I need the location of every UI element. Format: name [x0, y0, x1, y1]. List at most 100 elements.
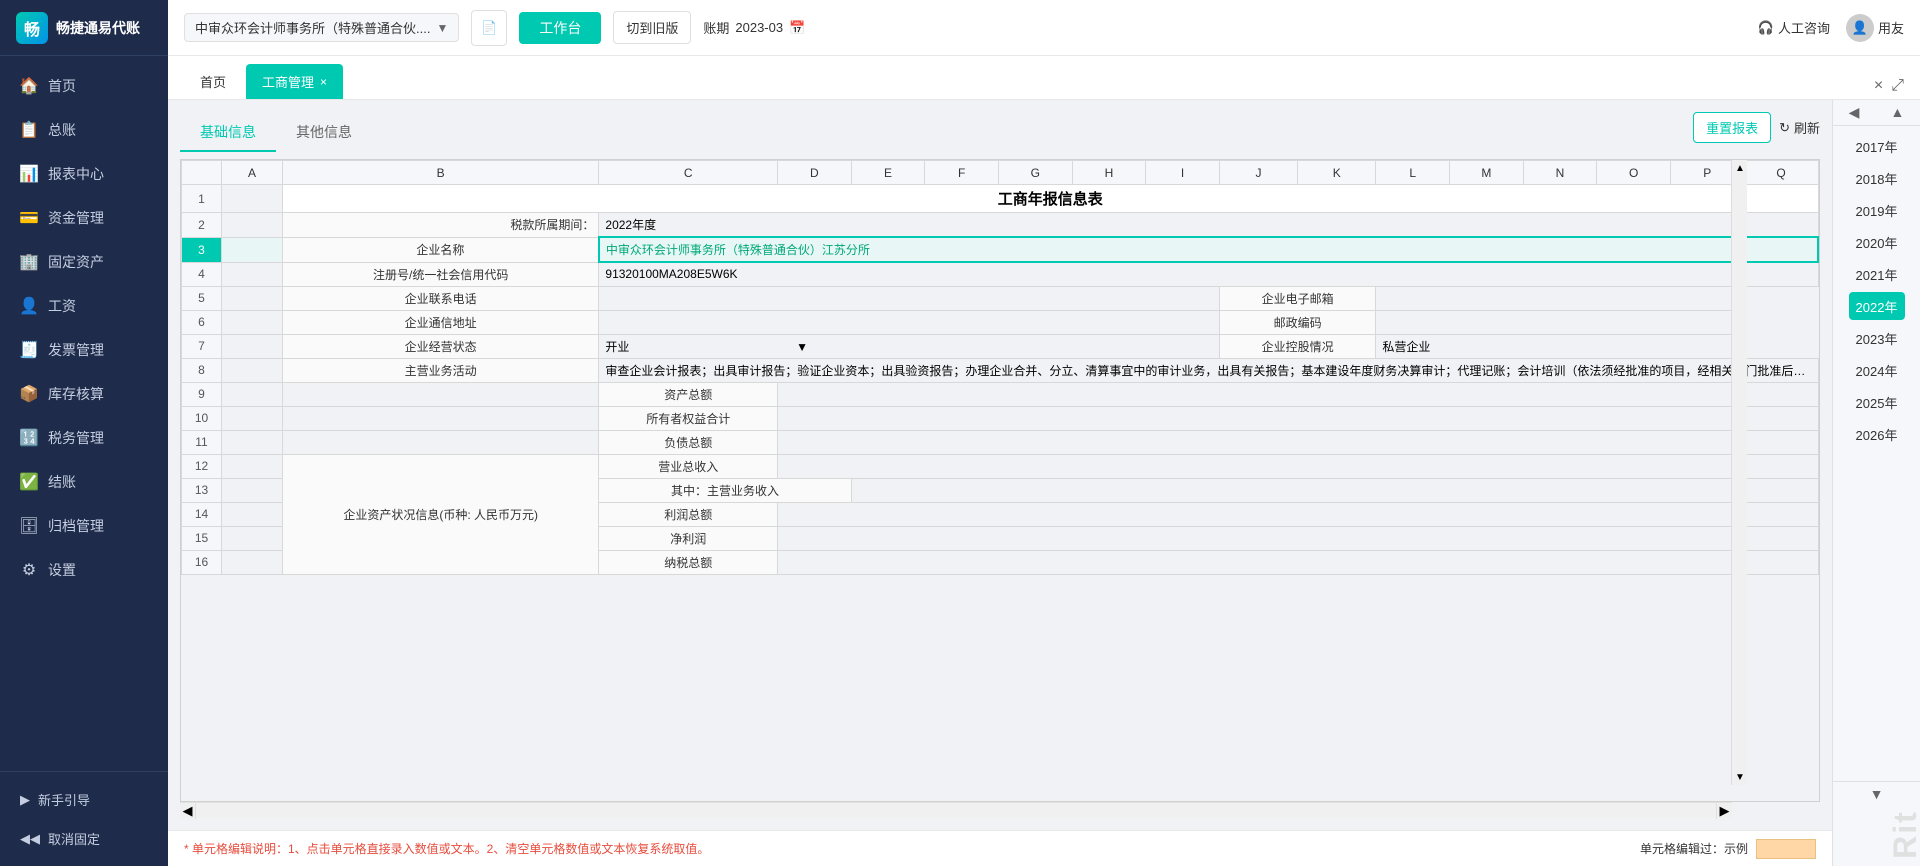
sidebar-item-asset[interactable]: 🏢 固定资产	[0, 240, 168, 284]
refresh-button[interactable]: ↻ 刷新	[1779, 118, 1820, 137]
sidebar-item-home[interactable]: 🏠 首页	[0, 64, 168, 108]
sidebar-item-close[interactable]: ✅ 结账	[0, 460, 168, 504]
r7-k[interactable]: 私营企业	[1376, 334, 1744, 358]
r10-a[interactable]	[222, 406, 283, 430]
r8-c[interactable]: 审查企业会计报表；出具审计报告；验证企业资本；出具验资报告；办理企业合并、分立、…	[599, 358, 1818, 382]
panel-collapse-left-icon[interactable]: ◀	[1849, 104, 1860, 121]
sidebar-item-archive[interactable]: 🗄 归档管理	[0, 504, 168, 548]
r4-c[interactable]: 91320100MA208E5W6K	[599, 262, 1818, 286]
r5-c[interactable]	[599, 286, 1219, 310]
tab-business[interactable]: 工商管理 ×	[246, 64, 343, 99]
workbench-button[interactable]: 工作台	[519, 12, 601, 44]
r16-a[interactable]	[222, 550, 283, 574]
sidebar-item-tax[interactable]: 🔢 税务管理	[0, 416, 168, 460]
sidebar-item-salary[interactable]: 👤 工资	[0, 284, 168, 328]
sidebar-item-inventory[interactable]: 📦 库存核算	[0, 372, 168, 416]
new-guide-label: 新手引导	[38, 790, 90, 809]
scroll-down-btn[interactable]: ▼	[1732, 769, 1748, 785]
h-scroll-left-btn[interactable]: ◀	[180, 803, 196, 819]
r12-a[interactable]	[222, 454, 283, 478]
topbar-doc-btn[interactable]: 📄	[471, 10, 507, 46]
sidebar-item-report[interactable]: 📊 报表中心	[0, 152, 168, 196]
r3-a[interactable]	[222, 237, 283, 262]
user-area[interactable]: 👤 用友	[1846, 14, 1904, 42]
service-btn[interactable]: 🎧 人工咨询	[1758, 18, 1830, 37]
year-btn-2021[interactable]: 2021年	[1849, 260, 1905, 288]
sidebar-item-capital[interactable]: 💳 资金管理	[0, 196, 168, 240]
company-selector[interactable]: 中审众环会计师事务所（特殊普通合伙.... ▼	[184, 13, 459, 42]
r9-val[interactable]	[778, 382, 1818, 406]
new-guide-btn[interactable]: ▶ 新手引导	[0, 780, 168, 819]
r10-b[interactable]	[282, 406, 598, 430]
r6-a[interactable]	[222, 310, 283, 334]
tax-icon: 🔢	[20, 429, 38, 447]
r2-c[interactable]: 2022年度	[599, 213, 1744, 238]
home-icon: 🏠	[20, 77, 38, 95]
sidebar-item-ledger[interactable]: 📋 总账	[0, 108, 168, 152]
r11-b[interactable]	[282, 430, 598, 454]
panel-expand-down-icon[interactable]: ▼	[1870, 786, 1884, 802]
sub-tab-basic[interactable]: 基础信息	[180, 114, 276, 152]
year-btn-2022[interactable]: 2022年	[1849, 292, 1905, 320]
r15-a[interactable]	[222, 526, 283, 550]
r9-b[interactable]	[282, 382, 598, 406]
spreadsheet-inner[interactable]: A B C D E F G H I J	[181, 160, 1819, 801]
row-num-13: 13	[182, 478, 222, 502]
col-h-header: H	[1072, 161, 1146, 185]
r6-k[interactable]	[1376, 310, 1744, 334]
r15-val[interactable]	[778, 526, 1818, 550]
r12-val[interactable]	[778, 454, 1818, 478]
r5-a[interactable]	[222, 286, 283, 310]
r13-a[interactable]	[222, 478, 283, 502]
year-btn-2026[interactable]: 2026年	[1849, 420, 1905, 448]
tab-home[interactable]: 首页	[184, 64, 242, 99]
r16-val[interactable]	[778, 550, 1818, 574]
col-j-header: J	[1219, 161, 1297, 185]
col-i-header: I	[1146, 161, 1220, 185]
scroll-up-btn[interactable]: ▲	[1732, 160, 1748, 176]
calendar-icon[interactable]: 📅	[789, 20, 805, 36]
year-btn-2019[interactable]: 2019年	[1849, 196, 1905, 224]
salary-icon: 👤	[20, 297, 38, 315]
r2-q[interactable]	[1744, 213, 1818, 238]
row-num-6: 6	[182, 310, 222, 334]
close-panel-icon[interactable]: ×	[1874, 77, 1883, 95]
reset-report-button[interactable]: 重置报表	[1693, 112, 1771, 143]
r3-c[interactable]: 中审众环会计师事务所（特殊普通合伙）江苏分所	[599, 237, 1818, 262]
year-btn-2018[interactable]: 2018年	[1849, 164, 1905, 192]
sidebar-item-capital-label: 资金管理	[48, 208, 104, 228]
r2-a[interactable]	[222, 213, 283, 238]
switch-version-button[interactable]: 切到旧版	[613, 11, 691, 44]
r9-a[interactable]	[222, 382, 283, 406]
r13-val[interactable]	[851, 478, 1818, 502]
year-btn-2017[interactable]: 2017年	[1849, 132, 1905, 160]
year-btn-2023[interactable]: 2023年	[1849, 324, 1905, 352]
r4-a[interactable]	[222, 262, 283, 286]
r11-val[interactable]	[778, 430, 1818, 454]
sidebar-item-invoice[interactable]: 🧾 发票管理	[0, 328, 168, 372]
r1-a[interactable]	[222, 185, 283, 213]
sub-tab-other[interactable]: 其他信息	[276, 114, 372, 152]
r5-k[interactable]	[1376, 286, 1744, 310]
h-scroll-right-btn[interactable]: ▶	[1716, 803, 1732, 819]
r14-a[interactable]	[222, 502, 283, 526]
r8-a[interactable]	[222, 358, 283, 382]
inner-content: 基础信息 其他信息 重置报表 ↻ 刷新	[168, 100, 1832, 830]
row-num-11: 11	[182, 430, 222, 454]
r7-a[interactable]	[222, 334, 283, 358]
r6-c[interactable]	[599, 310, 1219, 334]
v-scrollbar[interactable]: ▲ ▼	[1731, 160, 1747, 785]
r11-a[interactable]	[222, 430, 283, 454]
panel-expand-up-icon[interactable]: ▲	[1891, 104, 1905, 121]
sidebar-item-settings[interactable]: ⚙ 设置	[0, 548, 168, 592]
year-btn-2025[interactable]: 2025年	[1849, 388, 1905, 416]
tab-close-icon[interactable]: ×	[320, 75, 327, 89]
unpin-btn[interactable]: ◀◀ 取消固定	[0, 819, 168, 858]
expand-panel-icon[interactable]: ⤢	[1891, 77, 1904, 95]
r10-val[interactable]	[778, 406, 1818, 430]
year-btn-2024[interactable]: 2024年	[1849, 356, 1905, 384]
r7-c[interactable]: 开业 ▼	[599, 334, 1219, 358]
year-list: 2017年 2018年 2019年 2020年 2021年 2022年 2023…	[1833, 126, 1920, 781]
year-btn-2020[interactable]: 2020年	[1849, 228, 1905, 256]
r14-val[interactable]	[778, 502, 1818, 526]
